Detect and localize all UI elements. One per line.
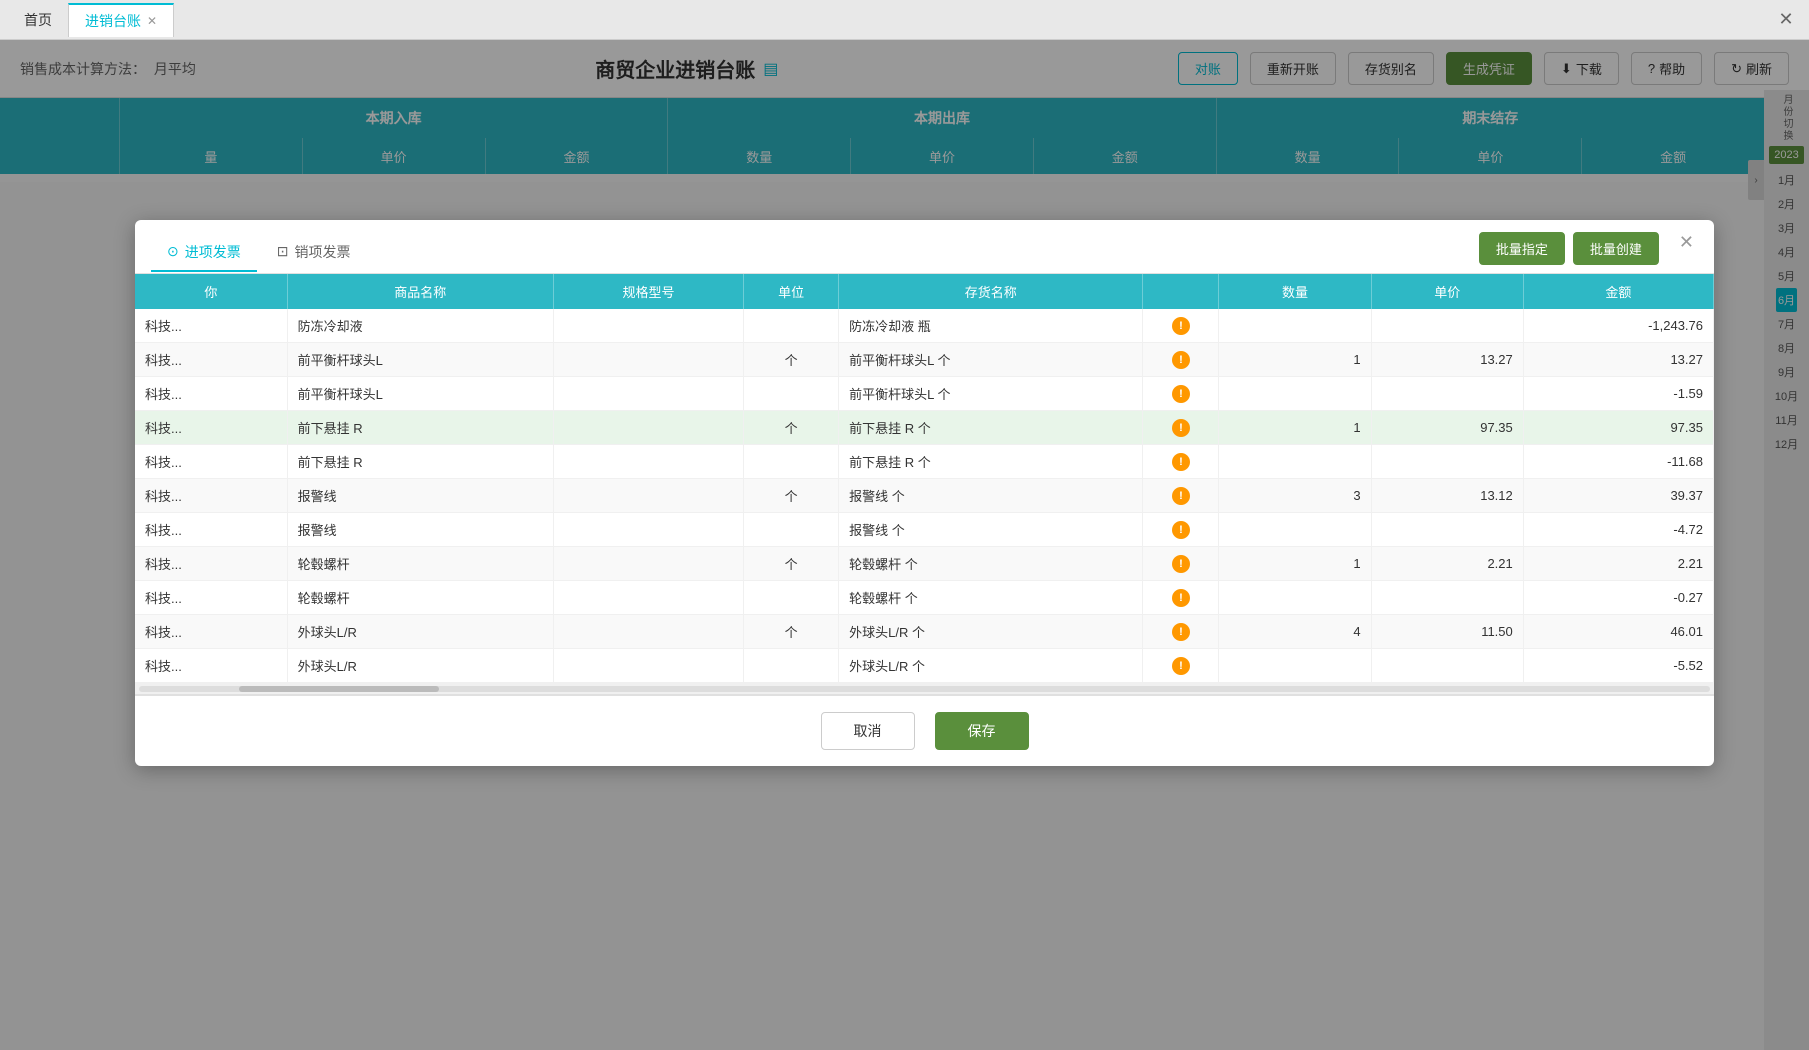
table-row: 科技...前下悬挂 R个前下悬挂 R 个!197.3597.35 [135, 411, 1714, 445]
col-header-5 [1143, 274, 1219, 309]
modal-footer: 取消 保存 [135, 695, 1714, 766]
table-row: 科技...前平衡杆球头L个前平衡杆球头L 个!113.2713.27 [135, 343, 1714, 377]
col-header-6: 数量 [1219, 274, 1371, 309]
table-row: 科技...防冻冷却液防冻冷却液 瓶!-1,243.76 [135, 309, 1714, 343]
warning-icon: ! [1172, 385, 1190, 403]
tab-bar: 首页 进销台账 ✕ ✕ [0, 0, 1809, 40]
tab-home[interactable]: 首页 [8, 4, 68, 36]
table-row: 科技...前平衡杆球头L前平衡杆球头L 个!-1.59 [135, 377, 1714, 411]
batch-create-button[interactable]: 批量创建 [1573, 232, 1659, 265]
tab-purchase-invoice[interactable]: ⊙ 进项发票 [151, 234, 257, 272]
tab-close-icon[interactable]: ✕ [147, 14, 157, 28]
warning-icon: ! [1172, 487, 1190, 505]
table-row: 科技...轮毂螺杆个轮毂螺杆 个!12.212.21 [135, 547, 1714, 581]
invoice-table: 你 商品名称 规格型号 单位 存货名称 [135, 274, 1714, 683]
table-row: 科技...外球头L/R个外球头L/R 个!411.5046.01 [135, 615, 1714, 649]
modal-scrollbar[interactable] [135, 683, 1714, 695]
col-header-8: 金额 [1523, 274, 1713, 309]
table-row: 科技...报警线个报警线 个!313.1239.37 [135, 479, 1714, 513]
warning-icon: ! [1172, 623, 1190, 641]
table-row: 科技...报警线报警线 个!-4.72 [135, 513, 1714, 547]
modal-close-button[interactable]: ✕ [1675, 232, 1698, 265]
warning-icon: ! [1172, 521, 1190, 539]
warning-icon: ! [1172, 317, 1190, 335]
warning-icon: ! [1172, 555, 1190, 573]
warning-icon: ! [1172, 589, 1190, 607]
tab-ledger[interactable]: 进销台账 ✕ [68, 3, 174, 37]
warning-icon: ! [1172, 351, 1190, 369]
save-button[interactable]: 保存 [935, 712, 1029, 750]
window-close-button[interactable]: ✕ [1771, 5, 1801, 35]
scrollbar-track [139, 686, 1710, 692]
table-row: 科技...轮毂螺杆轮毂螺杆 个!-0.27 [135, 581, 1714, 615]
modal-header: ⊙ 进项发票 ⊡ 销项发票 批量指定 批量创建 ✕ [135, 220, 1714, 274]
warning-icon: ! [1172, 657, 1190, 675]
col-header-0: 你 [135, 274, 287, 309]
modal-actions: 批量指定 批量创建 ✕ [1479, 232, 1698, 273]
modal-table-container[interactable]: 你 商品名称 规格型号 单位 存货名称 [135, 274, 1714, 683]
scrollbar-thumb[interactable] [239, 686, 439, 692]
col-header-1: 商品名称 [287, 274, 553, 309]
warning-icon: ! [1172, 453, 1190, 471]
table-row: 科技...前下悬挂 R前下悬挂 R 个!-11.68 [135, 445, 1714, 479]
modal-dialog: ⊙ 进项发票 ⊡ 销项发票 批量指定 批量创建 ✕ 你 [135, 220, 1714, 766]
col-header-7: 单价 [1371, 274, 1523, 309]
batch-assign-button[interactable]: 批量指定 [1479, 232, 1565, 265]
col-header-3: 单位 [744, 274, 839, 309]
warning-icon: ! [1172, 419, 1190, 437]
invoice-out-icon: ⊡ [277, 243, 289, 260]
col-header-4: 存货名称 [839, 274, 1143, 309]
invoice-in-icon: ⊙ [167, 243, 179, 260]
table-row: 科技...外球头L/R外球头L/R 个!-5.52 [135, 649, 1714, 683]
main-area: 销售成本计算方法： 月平均 商贸企业进销台账 ▤ 对账 重新开账 存货别名 生成… [0, 40, 1809, 1050]
col-header-2: 规格型号 [553, 274, 743, 309]
cancel-button[interactable]: 取消 [821, 712, 915, 750]
tab-sales-invoice[interactable]: ⊡ 销项发票 [261, 234, 367, 272]
